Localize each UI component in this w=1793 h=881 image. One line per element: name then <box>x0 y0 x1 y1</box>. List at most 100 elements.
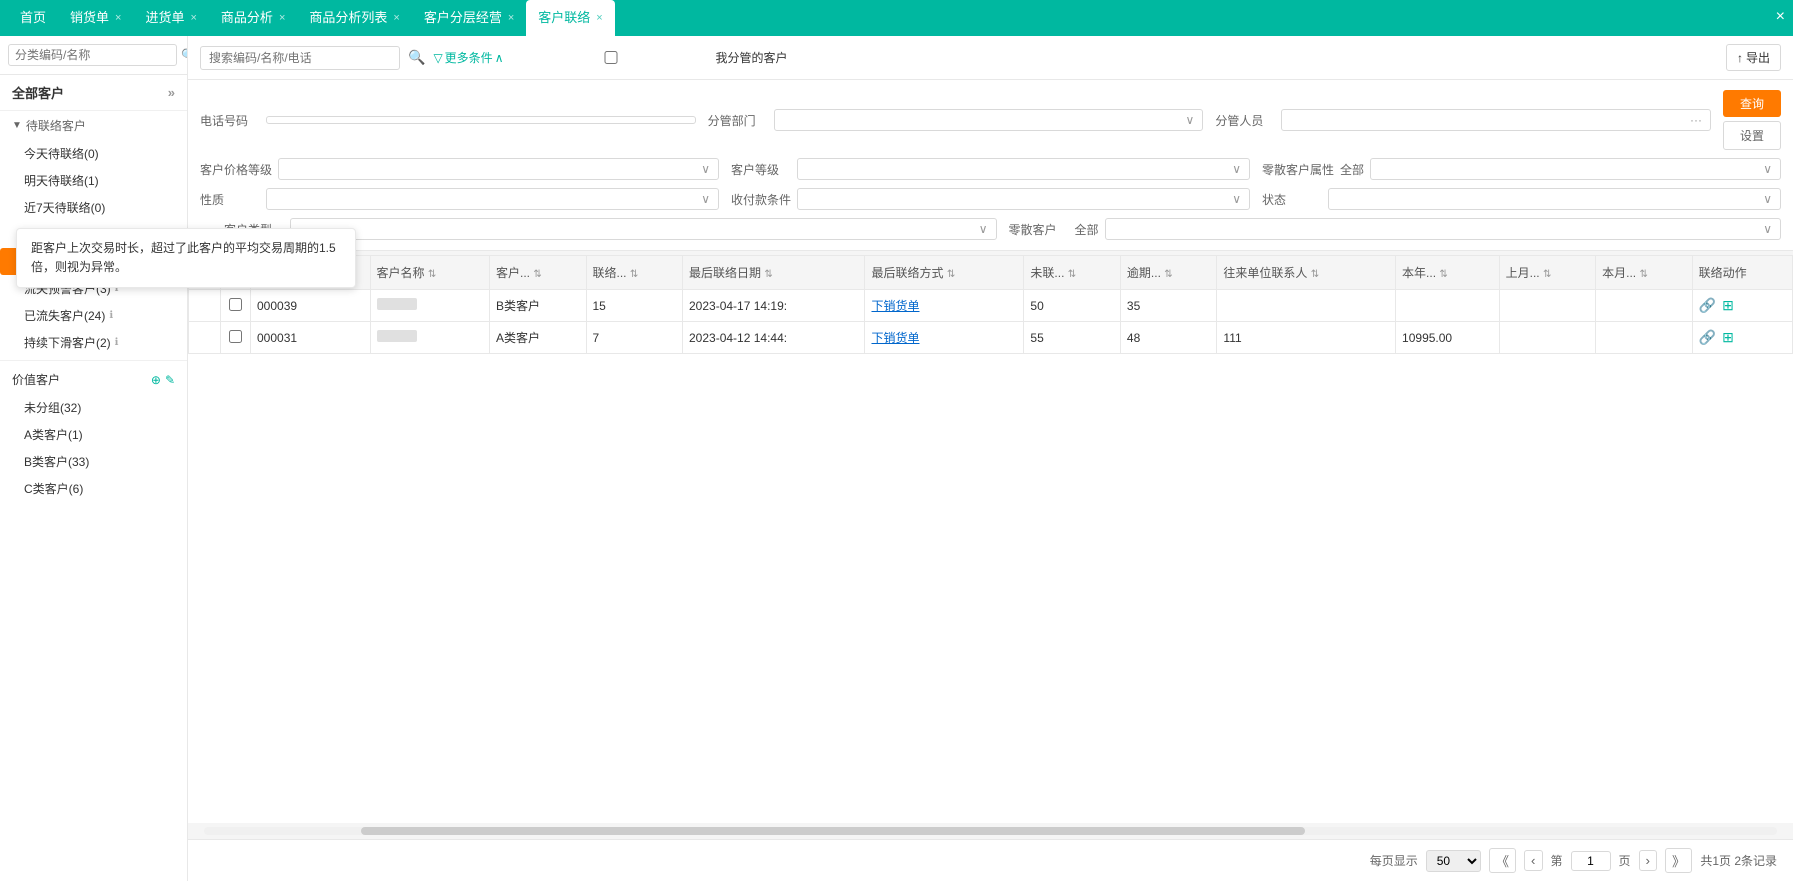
search-input[interactable] <box>200 46 400 70</box>
row-type-1: A类客户 <box>490 322 587 354</box>
tooltip-box: 距客户上次交易时长，超过了此客户的平均交易周期的1.5倍，则视为异常。 <box>16 228 356 288</box>
page-input[interactable] <box>1571 851 1611 871</box>
value-group-icon-edit[interactable]: ✎ <box>165 373 175 387</box>
filter-customer-level: 客户等级 ∨ <box>731 158 1250 180</box>
scrollbar-thumb[interactable] <box>361 827 1305 835</box>
close-purchase-icon[interactable]: × <box>190 0 196 36</box>
customer-level-select[interactable]: ∨ <box>797 158 1250 180</box>
retail-attr-arrow-icon: ∨ <box>1763 162 1772 176</box>
close-customer-tier-icon[interactable]: × <box>508 0 514 36</box>
row-this-month-0 <box>1596 290 1693 322</box>
action-grid-icon-0[interactable]: ⊞ <box>1722 297 1734 314</box>
payment-select[interactable]: ∨ <box>797 188 1250 210</box>
row-last-method-0[interactable]: 下销货单 <box>865 290 1024 322</box>
horizontal-scrollbar[interactable] <box>204 827 1777 835</box>
retail-attr-select[interactable]: ∨ <box>1370 158 1781 180</box>
sidebar-item-c-class[interactable]: C类客户(6) <box>0 475 187 502</box>
customer-table: ⚙ 客户编码 ⇅ 客户名称 ⇅ 客户... <box>188 255 1793 354</box>
close-sales-icon[interactable]: × <box>115 0 121 36</box>
price-level-select[interactable]: ∨ <box>278 158 719 180</box>
row-last-date-0: 2023-04-17 14:19: <box>683 290 865 322</box>
sort-contact-icon[interactable]: ⇅ <box>630 269 638 280</box>
status-select[interactable]: ∨ <box>1328 188 1781 210</box>
row-actions-1: 🔗 ⊞ <box>1692 322 1792 354</box>
filter-retail-customer: 零散客户 全部 ∨ <box>1009 218 1782 240</box>
last-page-button[interactable]: 》 <box>1665 848 1692 873</box>
sidebar-item-today-pending[interactable]: 今天待联络(0) <box>0 140 187 167</box>
more-filter-button[interactable]: ▽ 更多条件 ∧ <box>433 49 503 66</box>
set-button[interactable]: 设置 <box>1723 121 1781 150</box>
filter-person: 分管人员 ··· <box>1215 109 1711 131</box>
next-page-button[interactable]: › <box>1639 850 1657 871</box>
top-nav: 首页 销货单 × 进货单 × 商品分析 × 商品分析列表 × 客户分层经营 × … <box>0 0 1793 36</box>
sort-uncontacted-icon[interactable]: ⇅ <box>1068 269 1076 280</box>
dept-select[interactable]: ∨ <box>774 109 1204 131</box>
sort-method-icon[interactable]: ⇅ <box>947 269 955 280</box>
phone-input-wrapper[interactable] <box>266 116 696 124</box>
sidebar-collapse-icon[interactable]: » <box>168 85 175 100</box>
sidebar-search-icon[interactable]: 🔍 <box>181 48 188 62</box>
sidebar-item-ungrouped[interactable]: 未分组(32) <box>0 394 187 421</box>
churned-info-icon: ℹ <box>109 310 113 321</box>
action-grid-icon-1[interactable]: ⊞ <box>1722 329 1734 346</box>
col-last-month: 上月... ⇅ <box>1499 256 1596 290</box>
contact-method-link-1[interactable]: 下销货单 <box>871 331 919 345</box>
sidebar-item-declining[interactable]: 持续下滑客户(2) ℹ <box>0 329 187 356</box>
sidebar-item-b-class[interactable]: B类客户(33) <box>0 448 187 475</box>
contact-method-link-0[interactable]: 下销货单 <box>871 299 919 313</box>
sort-this-month-icon[interactable]: ⇅ <box>1640 269 1648 280</box>
page-size-select[interactable]: 20 50 100 200 <box>1426 850 1481 872</box>
sort-type-icon[interactable]: ⇅ <box>533 269 541 280</box>
prev-page-button[interactable]: ‹ <box>1524 850 1542 871</box>
close-customer-contact-icon[interactable]: × <box>596 0 602 36</box>
nav-item-customer-contact[interactable]: 客户联络 × <box>526 0 614 36</box>
sidebar-search-input[interactable] <box>8 44 177 66</box>
my-customer-checkbox[interactable] <box>511 51 711 64</box>
filter-row-1: 电话号码 分管部门 ∨ 分管人员 ··· <box>200 90 1781 150</box>
customer-type-select[interactable]: ∨ <box>290 218 997 240</box>
sidebar-value-group[interactable]: 价值客户 ⊕ ✎ <box>0 365 187 394</box>
my-customer-checkbox-area[interactable]: 我分管的客户 <box>511 49 787 66</box>
nav-item-customer-tier[interactable]: 客户分层经营 × <box>412 0 526 36</box>
nav-item-analysis[interactable]: 商品分析 × <box>209 0 297 36</box>
nav-item-purchase[interactable]: 进货单 × <box>133 0 208 36</box>
search-button[interactable]: 🔍 <box>408 49 425 66</box>
row-checkbox-cell-1[interactable] <box>221 322 251 354</box>
sidebar-item-a-class[interactable]: A类客户(1) <box>0 421 187 448</box>
retail-customer-select[interactable]: ∨ <box>1105 218 1781 240</box>
filter-row-4: ··· 客户类型 ∨ 零散客户 全部 ∨ <box>200 218 1781 240</box>
nature-select[interactable]: ∨ <box>266 188 719 210</box>
action-link-icon-0[interactable]: 🔗 <box>1699 297 1716 314</box>
row-name-0 <box>370 290 490 322</box>
row-name-1 <box>370 322 490 354</box>
nav-item-home[interactable]: 首页 <box>8 0 58 36</box>
row-last-month-0 <box>1499 290 1596 322</box>
sort-last-month-icon[interactable]: ⇅ <box>1543 269 1551 280</box>
sort-person-icon[interactable]: ⇅ <box>1311 269 1319 280</box>
row-last-method-1[interactable]: 下销货单 <box>865 322 1024 354</box>
sidebar-item-tomorrow-pending[interactable]: 明天待联络(1) <box>0 167 187 194</box>
sort-name-icon[interactable]: ⇅ <box>428 269 436 280</box>
row-checkbox-0[interactable] <box>229 298 242 311</box>
sort-date-icon[interactable]: ⇅ <box>764 269 772 280</box>
sidebar-item-7day-pending[interactable]: 近7天待联络(0) <box>0 194 187 221</box>
person-select[interactable]: ··· <box>1281 109 1711 131</box>
action-link-icon-1[interactable]: 🔗 <box>1699 329 1716 346</box>
row-uncontacted-1: 55 <box>1024 322 1121 354</box>
close-analysis-list-icon[interactable]: × <box>393 0 399 36</box>
sidebar-pending-group[interactable]: ▼ 待联络客户 <box>0 111 187 140</box>
window-close-button[interactable]: × <box>1776 8 1785 26</box>
row-overdue-0: 35 <box>1120 290 1217 322</box>
value-group-icon-circle[interactable]: ⊕ <box>151 373 161 387</box>
first-page-button[interactable]: 《 <box>1489 848 1516 873</box>
sidebar-item-churned[interactable]: 已流失客户(24) ℹ <box>0 302 187 329</box>
sort-year-icon[interactable]: ⇅ <box>1439 269 1447 280</box>
query-button[interactable]: 查询 <box>1723 90 1781 117</box>
sort-overdue-icon[interactable]: ⇅ <box>1164 269 1172 280</box>
row-checkbox-1[interactable] <box>229 330 242 343</box>
export-button[interactable]: ↑ 导出 <box>1726 44 1781 71</box>
nav-item-analysis-list[interactable]: 商品分析列表 × <box>297 0 411 36</box>
row-checkbox-cell-0[interactable] <box>221 290 251 322</box>
close-analysis-icon[interactable]: × <box>279 0 285 36</box>
nav-item-sales[interactable]: 销货单 × <box>58 0 133 36</box>
